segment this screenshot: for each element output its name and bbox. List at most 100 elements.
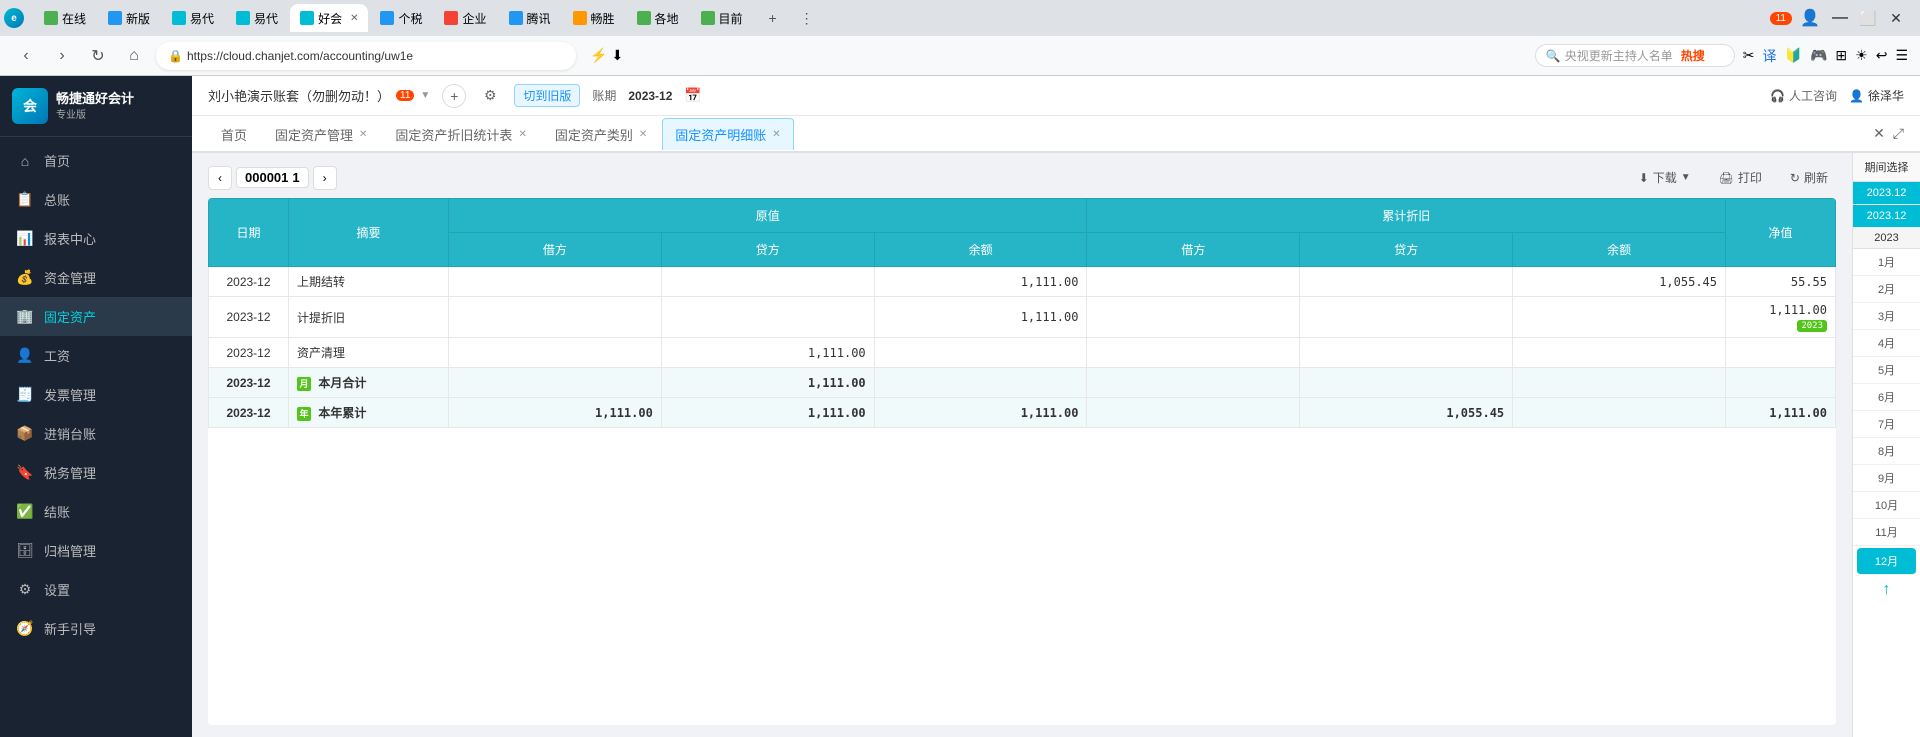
browser-tab-xinban[interactable]: 新版 — [98, 4, 160, 32]
sidebar-item-stock[interactable]: 📦 进销台账 — [0, 414, 192, 453]
browser-tab-muqian[interactable]: 目前 — [691, 4, 753, 32]
sidebar-item-settings[interactable]: ⚙ 设置 — [0, 570, 192, 609]
period-month-8[interactable]: 8月 — [1853, 438, 1920, 465]
period-month-3[interactable]: 3月 — [1853, 303, 1920, 330]
sidebar-label-archive: 归档管理 — [44, 541, 96, 560]
period-month-9[interactable]: 9月 — [1853, 465, 1920, 492]
sidebar-item-guide[interactable]: 🧭 新手引导 — [0, 609, 192, 648]
profile-button[interactable]: 👤 — [1796, 4, 1824, 32]
sidebar-item-capital[interactable]: 💰 资金管理 — [0, 258, 192, 297]
translate-icon[interactable]: 译 — [1763, 46, 1777, 66]
new-tab-button[interactable]: + — [759, 4, 787, 32]
expand-tabs-button[interactable]: ⤢ — [1893, 125, 1904, 142]
browser-tab-haohui[interactable]: 好会 ✕ — [290, 4, 368, 32]
browser-tab-yidai1[interactable]: 易代 — [162, 4, 224, 32]
calendar-icon[interactable]: 📅 — [684, 87, 701, 104]
user-info[interactable]: 👤 徐泽华 — [1849, 87, 1904, 104]
period-month-5[interactable]: 5月 — [1853, 357, 1920, 384]
cell-orig-balance — [874, 338, 1087, 368]
sidebar-item-fixed[interactable]: 🏢 固定资产 — [0, 297, 192, 336]
tab-detail-ledger[interactable]: 固定资产明细账 ✕ — [662, 118, 793, 150]
tab-fixed-mgmt[interactable]: 固定资产管理 ✕ — [262, 118, 380, 150]
sidebar-label-stock: 进销台账 — [44, 424, 96, 443]
sidebar-item-archive[interactable]: 🗄 归档管理 — [0, 531, 192, 570]
tab-fixed-mgmt-close[interactable]: ✕ — [359, 129, 367, 140]
sidebar-item-home[interactable]: ⌂ 首页 — [0, 141, 192, 180]
col-header-date: 日期 — [209, 199, 289, 267]
tab-close-icon[interactable]: ✕ — [350, 13, 358, 24]
minimize-button[interactable]: — — [1828, 9, 1852, 27]
sidebar-label-fixed: 固定资产 — [44, 307, 96, 326]
refresh-button[interactable]: ↻ 刷新 — [1782, 165, 1836, 190]
period-start-item[interactable]: 2023.12 — [1853, 182, 1920, 205]
cell-summary: 资产清理 — [289, 338, 449, 368]
download-button[interactable]: ⬇ 下载 ▼ — [1631, 165, 1699, 190]
undo-icon[interactable]: ↩ — [1876, 47, 1888, 64]
period-month-7[interactable]: 7月 — [1853, 411, 1920, 438]
sidebar-item-report[interactable]: 📊 报表中心 — [0, 219, 192, 258]
tab-depreciation-close[interactable]: ✕ — [518, 129, 526, 140]
sidebar-item-settle[interactable]: ✅ 结账 — [0, 492, 192, 531]
company-selector[interactable]: 刘小艳演示账套（勿删勿动！） 11 ▼ — [208, 86, 430, 105]
tab-depreciation[interactable]: 固定资产折旧统计表 ✕ — [382, 118, 539, 150]
tab-home[interactable]: 首页 — [208, 118, 260, 150]
extensions-icon[interactable]: ⬇ — [611, 47, 623, 64]
period-month-6[interactable]: 6月 — [1853, 384, 1920, 411]
prev-page-button[interactable]: ‹ — [208, 166, 232, 190]
tab-category-label: 固定资产类别 — [555, 125, 633, 144]
print-button[interactable]: 🖨 打印 — [1711, 165, 1770, 190]
wallet-icon[interactable]: 🔰 — [1785, 47, 1802, 64]
cut-icon[interactable]: ✂ — [1743, 47, 1755, 64]
browser-tab-yidai2[interactable]: 易代 — [226, 4, 288, 32]
menu-icon[interactable]: ☰ — [1895, 47, 1908, 64]
next-page-button[interactable]: › — [313, 166, 337, 190]
close-window-button[interactable]: ✕ — [1884, 9, 1908, 27]
address-bar-input[interactable]: 🔒 https://cloud.chanjet.com/accounting/u… — [156, 42, 576, 70]
sidebar-logo: 会 畅捷通好会计 专业版 — [0, 76, 192, 137]
tab-detail-ledger-close[interactable]: ✕ — [772, 129, 780, 140]
settings-icon[interactable]: ☀ — [1855, 47, 1868, 64]
qr-icon[interactable]: ⚡ — [590, 47, 607, 64]
close-all-tabs-button[interactable]: ✕ — [1873, 125, 1885, 142]
switch-version-btn[interactable]: 切到旧版 — [514, 84, 580, 107]
cell-summary: 上期结转 — [289, 267, 449, 297]
col-header-netval: 净值 — [1726, 199, 1836, 267]
search-box[interactable]: 🔍 央视更新主持人名单 热搜 — [1535, 44, 1735, 67]
settings-button[interactable]: ⚙ — [478, 84, 502, 108]
browser-tab-changsheng[interactable]: 畅胜 — [563, 4, 625, 32]
period-end-item[interactable]: 2023.12 — [1853, 205, 1920, 228]
home-button[interactable]: ⌂ — [120, 42, 148, 70]
tab-options-button[interactable]: ⋮ — [793, 4, 821, 32]
period-month-1[interactable]: 1月 — [1853, 249, 1920, 276]
tab-label: 好会 — [318, 10, 342, 27]
page-num: 1 — [292, 170, 299, 185]
maximize-button[interactable]: ⬜ — [1856, 9, 1880, 27]
game-icon[interactable]: 🎮 — [1810, 47, 1827, 64]
fixed-asset-icon: 🏢 — [16, 308, 34, 326]
period-month-10[interactable]: 10月 — [1853, 492, 1920, 519]
back-button[interactable]: ‹ — [12, 42, 40, 70]
reload-button[interactable]: ↻ — [84, 42, 112, 70]
sidebar-item-payroll[interactable]: 👤 工资 — [0, 336, 192, 375]
forward-button[interactable]: › — [48, 42, 76, 70]
sidebar-item-ledger[interactable]: 📋 总账 — [0, 180, 192, 219]
browser-tab-zaixian[interactable]: 在线 — [34, 4, 96, 32]
browser-tab-qiye[interactable]: 企业 — [434, 4, 496, 32]
grid-icon[interactable]: ⊞ — [1835, 47, 1847, 64]
pagination-nav: ‹ 000001 1 › — [208, 166, 337, 190]
browser-tab-tencent[interactable]: 腾讯 — [499, 4, 561, 32]
tab-category[interactable]: 固定资产类别 ✕ — [542, 118, 660, 150]
browser-tab-geshui[interactable]: 个税 — [370, 4, 432, 32]
tab-category-close[interactable]: ✕ — [639, 129, 647, 140]
cell-dep-debit — [1087, 338, 1300, 368]
browser-tab-gedi[interactable]: 各地 — [627, 4, 689, 32]
period-month-11[interactable]: 11月 — [1853, 519, 1920, 546]
sidebar-item-invoice[interactable]: 🧾 发票管理 — [0, 375, 192, 414]
service-button[interactable]: 🎧 人工咨询 — [1770, 87, 1837, 104]
scroll-up-icon[interactable]: ↑ — [1853, 577, 1920, 603]
period-month-12[interactable]: 12月 — [1857, 548, 1916, 575]
sidebar-item-tax[interactable]: 🔖 税务管理 — [0, 453, 192, 492]
period-month-2[interactable]: 2月 — [1853, 276, 1920, 303]
period-month-4[interactable]: 4月 — [1853, 330, 1920, 357]
add-button[interactable]: + — [442, 84, 466, 108]
